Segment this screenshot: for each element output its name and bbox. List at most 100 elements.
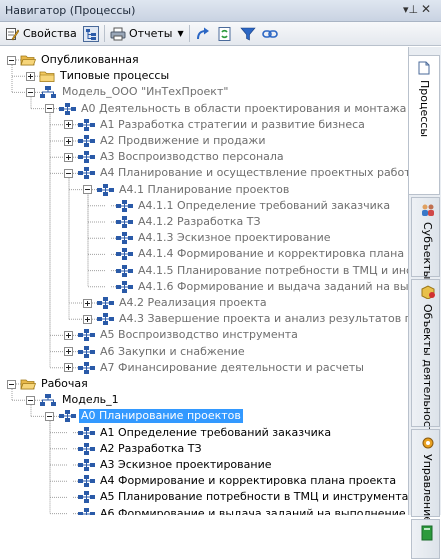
tree-node-label: Модель_1 (62, 393, 119, 407)
tree-node-label: А6 Формирование и выдача заданий на выпо… (100, 506, 408, 515)
tree-node[interactable]: Рабочая (7, 376, 90, 392)
close-icon[interactable]: ✕ (421, 2, 431, 16)
collapse-icon[interactable] (26, 87, 35, 97)
process-icon (116, 280, 133, 293)
expand-icon[interactable] (26, 71, 35, 81)
tree-node[interactable]: А5 Планирование потребности в ТМЦ и инст… (64, 489, 408, 505)
tree-node[interactable]: Модель_1 (26, 392, 121, 408)
printer-icon (110, 27, 126, 40)
tree-node-label: А4.1.1 Определение требований заказчика (138, 198, 391, 212)
tree-node-label: А4.1.4 Формирование и корректировка план… (138, 247, 408, 261)
tree-node-label: Рабочая (41, 377, 88, 390)
tree-node[interactable]: А2 Продвижение и продажи (64, 133, 267, 149)
filter-button[interactable] (240, 25, 256, 42)
tree-node[interactable]: А5 Воспроизводство инструмента (64, 327, 300, 343)
tree-node[interactable]: А3 Эскизное проектирование (64, 457, 274, 473)
tree-node[interactable]: А4.1.1 Определение требований заказчика (102, 198, 392, 214)
process-icon (116, 248, 133, 261)
expand-icon[interactable] (64, 347, 73, 357)
tree-node-label: А2 Продвижение и продажи (100, 134, 266, 147)
tree-view-button[interactable] (83, 25, 99, 42)
tree-node[interactable]: А4.1.6 Формирование и выдача заданий на … (102, 279, 408, 295)
toolbar-separator (104, 25, 105, 42)
side-tab[interactable]: Процессы (409, 55, 440, 195)
tree-view-icon (83, 25, 99, 42)
tree-node[interactable]: А0 Деятельность в области проектирования… (45, 101, 408, 117)
side-tab[interactable]: Объекты деятельности (411, 279, 440, 440)
expand-icon[interactable] (64, 363, 73, 373)
tree-node[interactable]: А4.1.3 Эскизное проектирование (102, 230, 332, 246)
pin-icon[interactable]: ▾⊥ (403, 3, 418, 16)
expand-icon[interactable] (64, 330, 73, 340)
sync-button[interactable] (217, 25, 233, 42)
process-icon (116, 264, 133, 277)
tree-node-label: А4.3 Завершение проекта и анализ результ… (119, 312, 408, 326)
expand-icon[interactable] (64, 136, 73, 146)
expand-icon[interactable] (64, 120, 73, 130)
collapse-icon[interactable] (64, 168, 73, 178)
process-icon (78, 151, 95, 164)
collapse-icon[interactable] (45, 411, 54, 421)
side-tab[interactable]: Управление (411, 429, 440, 523)
link-button[interactable] (262, 25, 278, 42)
tree-node-label: А0 Планирование проектов (79, 409, 243, 424)
collapse-icon[interactable] (7, 55, 16, 65)
collapse-icon[interactable] (83, 185, 92, 195)
tree-node[interactable]: А4.1.2 Разработка ТЗ (102, 214, 263, 230)
process-icon (116, 199, 133, 212)
process-icon (59, 410, 76, 423)
link-icon (262, 29, 278, 38)
process-icon (78, 507, 95, 515)
side-tab[interactable]: Субъекты (411, 197, 440, 279)
reports-button[interactable]: Отчеты ▼ (110, 25, 184, 42)
process-icon (116, 232, 133, 245)
panel-title: Навигатор (Процессы) (5, 4, 136, 17)
tree-node[interactable]: А4.2 Реализация проекта (83, 295, 269, 311)
process-icon (78, 491, 95, 504)
tree-node[interactable]: А1 Определение требований заказчика (64, 425, 333, 441)
tree-node[interactable]: А4.1 Планирование проектов (83, 182, 291, 198)
properties-button[interactable]: Свойства (5, 25, 77, 42)
tree-node[interactable]: А4.3 Завершение проекта и анализ результ… (83, 311, 408, 327)
collapse-icon[interactable] (7, 379, 16, 389)
page-icon (417, 61, 431, 78)
side-tab-strip: Процессы Субъекты Объекты деятельности Упра… (408, 47, 441, 559)
tree-node[interactable]: А3 Воспроизводство персонала (64, 149, 286, 165)
tree-node[interactable]: Типовые процессы (26, 68, 171, 84)
panel-titlebar: Навигатор (Процессы) ▾⊥ ✕ (0, 0, 441, 22)
expand-icon[interactable] (83, 314, 92, 324)
expand-icon[interactable] (64, 152, 73, 162)
collapse-icon[interactable] (26, 395, 35, 405)
tree-node-label: Типовые процессы (60, 69, 170, 83)
tree-node[interactable]: А4.1.5 Планирование потребности в ТМЦ и … (102, 263, 408, 279)
process-icon (78, 361, 95, 374)
side-tab[interactable] (411, 519, 440, 559)
tree-node-label: А2 Разработка ТЗ (100, 441, 202, 455)
tree-node[interactable]: А6 Закупки и снабжение (64, 344, 247, 360)
tree-node-label: А3 Воспроизводство персонала (100, 150, 284, 164)
tree-node[interactable]: Опубликованная (7, 52, 141, 68)
tree-node[interactable]: А1 Разработка стратегии и развитие бизне… (64, 117, 367, 133)
process-icon (78, 475, 95, 488)
process-icon (97, 313, 114, 326)
tree-node[interactable]: А4 Планирование и осуществление проектны… (64, 165, 408, 181)
collapse-icon[interactable] (45, 104, 54, 114)
people-icon (420, 203, 436, 220)
tree-node[interactable]: А7 Финансирование деятельности и расчеты (64, 360, 366, 376)
tree-node[interactable]: А2 Разработка ТЗ (64, 441, 204, 457)
tree-node-label: А4 Формирование и корректировка плана пр… (100, 474, 397, 488)
process-icon (78, 345, 95, 358)
process-icon (97, 183, 114, 196)
chevron-down-icon: ▼ (177, 29, 184, 38)
tree-node[interactable]: А4 Формирование и корректировка плана пр… (64, 473, 398, 489)
tree-node[interactable]: Модель_ООО "ИнТехПроект" (26, 84, 230, 100)
side-tab-label: Объекты деятельности (421, 304, 434, 441)
process-icon (78, 329, 95, 342)
expand-icon[interactable] (83, 298, 92, 308)
tree-node[interactable]: А0 Планирование проектов (45, 408, 243, 424)
tree-node-label: А7 Финансирование деятельности и расчеты (100, 360, 364, 374)
tree-node-label: А5 Планирование потребности в ТМЦ и инст… (100, 490, 408, 504)
tree-node[interactable]: А4.1.4 Формирование и корректировка план… (102, 246, 408, 262)
refresh-button[interactable] (195, 25, 211, 42)
tree-node[interactable]: А6 Формирование и выдача заданий на выпо… (64, 506, 408, 515)
